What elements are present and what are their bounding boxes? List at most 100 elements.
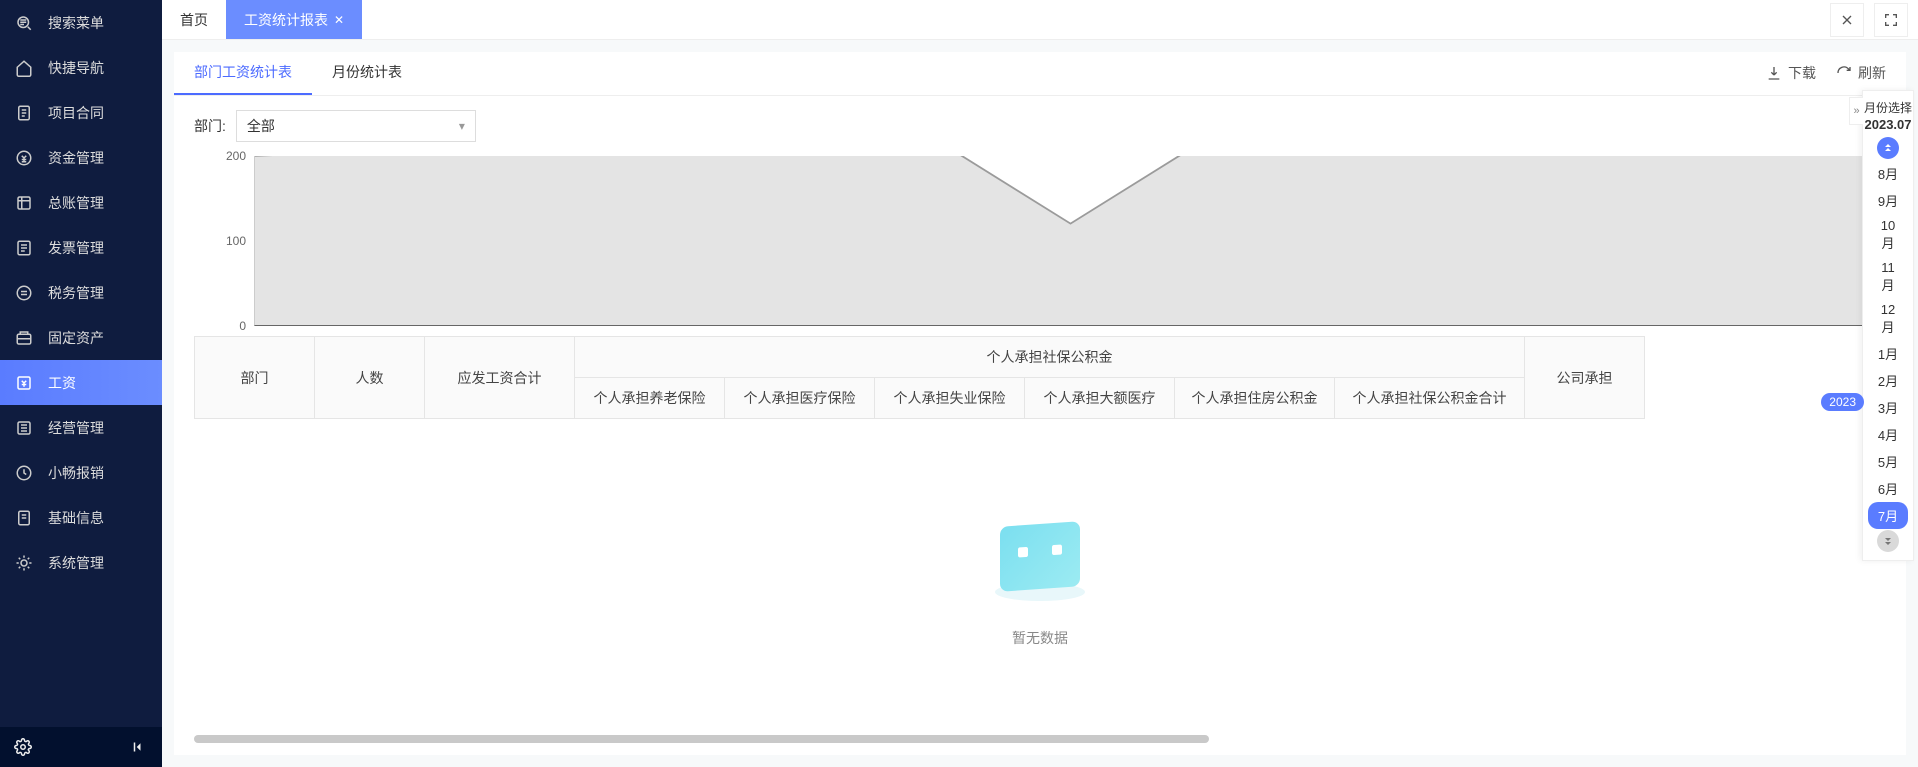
salary-table: 部门人数应发工资合计个人承担社保公积金公司承担个人承担养老保险个人承担医疗保险个… [194, 336, 1645, 419]
sidebar-item-label: 资金管理 [48, 148, 104, 168]
chart-plot [254, 156, 1886, 326]
refresh-icon [1836, 65, 1852, 81]
sidebar-item-1[interactable]: 快捷导航 [0, 45, 162, 90]
sidebar-item-label: 经营管理 [48, 418, 104, 438]
month-option[interactable]: 4月 [1868, 421, 1908, 448]
sidebar-item-3[interactable]: 资金管理 [0, 135, 162, 180]
business-icon [14, 418, 34, 438]
chevron-down-icon: ▾ [459, 119, 465, 133]
sidebar-item-0[interactable]: 搜索菜单 [0, 0, 162, 45]
tab-bar: 首页 工资统计报表 ✕ [162, 0, 1918, 40]
th-sub-4: 个人承担医疗保险 [725, 378, 875, 419]
month-option[interactable]: 11月 [1868, 256, 1908, 298]
sidebar-item-label: 固定资产 [48, 328, 104, 348]
horizontal-scrollbar[interactable] [194, 733, 1886, 745]
sidebar-item-label: 系统管理 [48, 553, 104, 573]
close-icon[interactable]: ✕ [334, 13, 344, 27]
th-dept: 部门 [195, 337, 315, 419]
department-select-value: 全部 [247, 116, 275, 136]
month-option[interactable]: 10月 [1868, 214, 1908, 256]
collapse-sidebar-icon[interactable] [130, 738, 148, 756]
sidebar-item-label: 搜索菜单 [48, 13, 104, 33]
sidebar-item-8[interactable]: 工资 [0, 360, 162, 405]
sidebar-footer [0, 727, 162, 767]
th-total: 应发工资合计 [425, 337, 575, 419]
department-filter-label: 部门: [194, 116, 226, 136]
empty-text: 暂无数据 [1012, 628, 1068, 648]
subtab-month[interactable]: 月份统计表 [312, 51, 422, 95]
download-button[interactable]: 下载 [1766, 63, 1816, 83]
th-sub-5: 个人承担失业保险 [875, 378, 1025, 419]
sidebar-item-2[interactable]: 项目合同 [0, 90, 162, 135]
sidebar-item-label: 工资 [48, 373, 76, 393]
close-all-tabs-button[interactable] [1830, 3, 1864, 37]
contract-icon [14, 103, 34, 123]
th-company: 公司承担 [1525, 337, 1645, 419]
th-sub-6: 个人承担大额医疗 [1025, 378, 1175, 419]
download-icon [1766, 65, 1782, 81]
refresh-button[interactable]: 刷新 [1836, 63, 1886, 83]
department-select[interactable]: 全部 ▾ [236, 110, 476, 142]
month-panel-date: 2023.07 [1865, 117, 1912, 132]
th-sub-3: 个人承担养老保险 [575, 378, 725, 419]
sidebar-item-12[interactable]: 系统管理 [0, 540, 162, 585]
money-icon [14, 148, 34, 168]
month-prev-button[interactable] [1877, 137, 1899, 159]
empty-state: 暂无数据 [194, 419, 1886, 733]
sidebar-item-10[interactable]: 小畅报销 [0, 450, 162, 495]
search-icon [14, 13, 34, 33]
sidebar-item-label: 总账管理 [48, 193, 104, 213]
month-option[interactable]: 2月 [1868, 367, 1908, 394]
gear-icon[interactable] [14, 738, 32, 756]
sidebar-item-label: 税务管理 [48, 283, 104, 303]
month-panel-collapse[interactable]: » [1849, 97, 1863, 125]
sidebar-item-11[interactable]: 基础信息 [0, 495, 162, 540]
subtab-department[interactable]: 部门工资统计表 [174, 51, 312, 95]
month-option[interactable]: 12月 [1868, 298, 1908, 340]
month-option[interactable]: 8月 [1868, 160, 1908, 187]
empty-illustration [980, 504, 1100, 614]
fullscreen-button[interactable] [1874, 3, 1908, 37]
reimburse-icon [14, 463, 34, 483]
tab-label: 工资统计报表 [244, 10, 328, 30]
year-badge: 2023 [1821, 393, 1864, 411]
month-option[interactable]: 5月 [1868, 448, 1908, 475]
month-panel: » 月份选择 2023.07 8月9月10月11月12月1月2月3月4月5月6月… [1862, 90, 1914, 561]
th-group: 个人承担社保公积金 [575, 337, 1525, 378]
sidebar-item-label: 项目合同 [48, 103, 104, 123]
tab-home[interactable]: 首页 [162, 0, 226, 39]
invoice-icon [14, 238, 34, 258]
ledger-icon [14, 193, 34, 213]
content-card: 部门工资统计表 月份统计表 下载 刷新 部门: [174, 52, 1906, 755]
salary-icon [14, 373, 34, 393]
download-label: 下载 [1788, 63, 1816, 83]
chart-y-axis: 0100200 [194, 156, 254, 326]
month-option[interactable]: 3月 [1868, 394, 1908, 421]
sidebar-item-label: 发票管理 [48, 238, 104, 258]
sidebar-item-label: 小畅报销 [48, 463, 104, 483]
month-option[interactable]: 7月 [1868, 502, 1908, 529]
refresh-label: 刷新 [1858, 63, 1886, 83]
asset-icon [14, 328, 34, 348]
sidebar-item-6[interactable]: 税务管理 [0, 270, 162, 315]
month-option[interactable]: 6月 [1868, 475, 1908, 502]
th-sub-7: 个人承担住房公积金 [1175, 378, 1335, 419]
y-tick: 200 [226, 149, 246, 163]
y-tick: 0 [239, 319, 246, 333]
month-option[interactable]: 9月 [1868, 187, 1908, 214]
month-next-button[interactable] [1877, 530, 1899, 552]
sidebar-item-label: 基础信息 [48, 508, 104, 528]
table-area: 部门人数应发工资合计个人承担社保公积金公司承担个人承担养老保险个人承担医疗保险个… [174, 336, 1906, 755]
th-sub-8: 个人承担社保公积金合计 [1335, 378, 1525, 419]
info-icon [14, 508, 34, 528]
tab-salary-report[interactable]: 工资统计报表 ✕ [226, 0, 362, 39]
month-option[interactable]: 1月 [1868, 340, 1908, 367]
main: 首页 工资统计报表 ✕ 部门工资统计表 月份统计表 下载 [162, 0, 1918, 767]
sidebar-item-5[interactable]: 发票管理 [0, 225, 162, 270]
home-icon [14, 58, 34, 78]
month-panel-title: 月份选择 [1864, 99, 1912, 116]
sidebar-item-7[interactable]: 固定资产 [0, 315, 162, 360]
sidebar-item-9[interactable]: 经营管理 [0, 405, 162, 450]
sidebar-item-label: 快捷导航 [48, 58, 104, 78]
sidebar-item-4[interactable]: 总账管理 [0, 180, 162, 225]
